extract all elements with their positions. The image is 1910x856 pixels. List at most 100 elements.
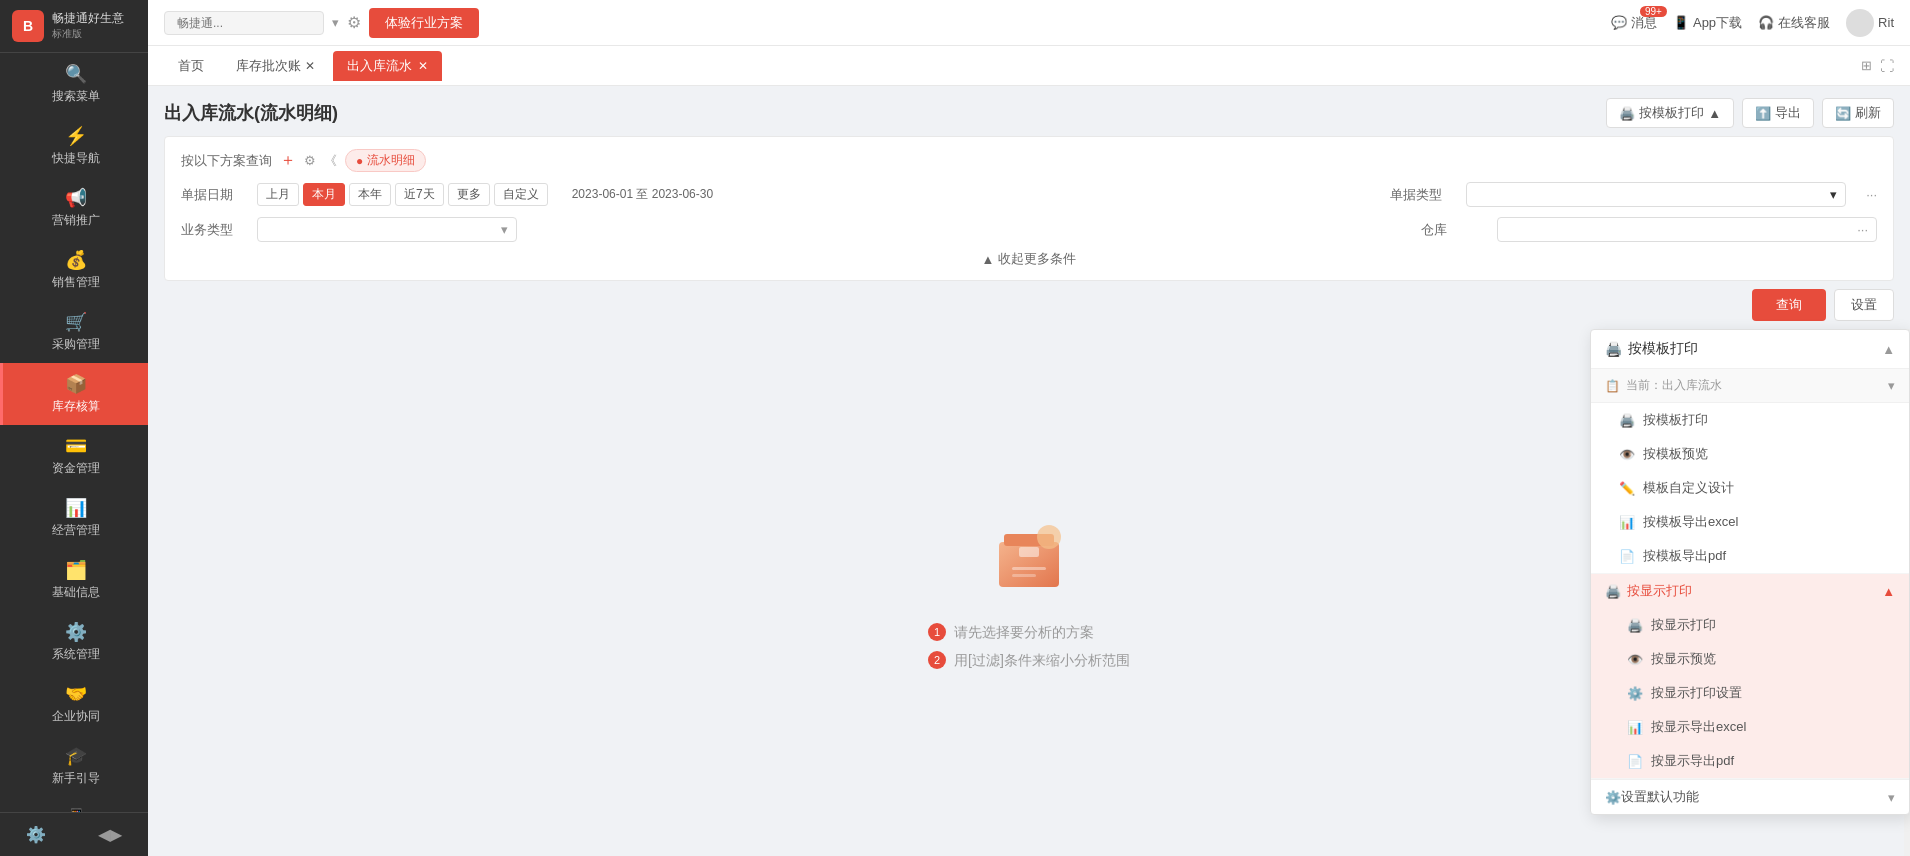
sidebar-settings-icon[interactable]: ⚙️	[26, 825, 46, 844]
filter-collapse-icon[interactable]: 《	[324, 152, 337, 170]
sidebar-bottom: ⚙️ ◀▶	[0, 812, 148, 856]
date-btn-this-year[interactable]: 本年	[349, 183, 391, 206]
dp-item-display-settings[interactable]: ⚙️ 按显示打印设置	[1591, 676, 1909, 710]
sidebar-item-marketing[interactable]: 📢营销推广	[0, 177, 148, 239]
dp-item-template-pdf[interactable]: 📄 按模板导出pdf	[1591, 539, 1909, 573]
dropdown-current: 📋 当前：出入库流水 ▾	[1591, 369, 1909, 403]
topbar-search-input[interactable]	[164, 11, 324, 35]
date-range: 2023-06-01 至 2023-06-30	[572, 186, 713, 203]
date-btn-7days[interactable]: 近7天	[395, 183, 444, 206]
message-badge: 99+	[1640, 6, 1667, 17]
dp-footer-arrow: ▾	[1888, 790, 1895, 805]
collapse-label: 收起更多条件	[998, 250, 1076, 268]
sidebar-item-search[interactable]: 🔍搜索菜单	[0, 53, 148, 115]
user-name: Rit	[1878, 15, 1894, 30]
date-btn-more[interactable]: 更多	[448, 183, 490, 206]
dp-sub-label: 按显示打印	[1651, 616, 1716, 634]
display-section-arrow[interactable]: ▲	[1882, 584, 1895, 599]
display-section: 🖨️ 按显示打印 ▲ 🖨️ 按显示打印 👁️ 按显示预览 ⚙️	[1591, 574, 1909, 779]
export-button[interactable]: ⬆️ 导出	[1742, 98, 1814, 128]
biz-type-input[interactable]: ▾	[257, 217, 517, 242]
date-btn-custom[interactable]: 自定义	[494, 183, 548, 206]
sidebar-item-cooperation[interactable]: 🤝企业协同	[0, 673, 148, 735]
online-service-button[interactable]: 🎧 在线客服	[1758, 14, 1830, 32]
app-download-button[interactable]: 📱 App下载	[1673, 14, 1742, 32]
display-section-header[interactable]: 🖨️ 按显示打印 ▲	[1591, 574, 1909, 608]
settings-button[interactable]: 设置	[1834, 289, 1894, 321]
sidebar-item-label: 企业协同	[52, 708, 100, 725]
sidebar: B 畅捷通好生意 标准版 🔍搜索菜单 ⚡快捷导航 📢营销推广 💰销售管理 🛒采购…	[0, 0, 148, 856]
query-button[interactable]: 查询	[1752, 289, 1826, 321]
filter-label: 按以下方案查询	[181, 152, 272, 170]
tab-expand-icon[interactable]: ⊞	[1861, 58, 1872, 73]
printer-icon-dp: 🖨️	[1605, 341, 1622, 357]
sidebar-item-operations[interactable]: 📊经营管理	[0, 487, 148, 549]
app-logo-icon: B	[12, 10, 44, 42]
topbar-right: 💬 消息 99+ 📱 App下载 🎧 在线客服 Rit	[1611, 9, 1894, 37]
tabs-bar: 首页 库存批次账 ✕ 出入库流水 ✕ ⊞ ⛶	[148, 46, 1910, 86]
tab-batch-account[interactable]: 库存批次账 ✕	[222, 51, 329, 81]
dp-settings2-icon: ⚙️	[1627, 686, 1643, 701]
filter-row-2: 业务类型 ▾ 仓库 ···	[181, 217, 1877, 242]
dropdown-current-arrow[interactable]: ▾	[1888, 378, 1895, 393]
sidebar-item-basic[interactable]: 🗂️基础信息	[0, 549, 148, 611]
filter-header: 按以下方案查询 ＋ ⚙ 《 ● 流水明细	[181, 149, 1877, 172]
sidebar-scroll: 🔍搜索菜单 ⚡快捷导航 📢营销推广 💰销售管理 🛒采购管理 📦库存核算 💳资金管…	[0, 53, 148, 812]
dp-item-template-excel[interactable]: 📊 按模板导出excel	[1591, 505, 1909, 539]
warehouse-more[interactable]: ···	[1857, 222, 1868, 237]
dropdown-collapse-arrow[interactable]: ▲	[1882, 342, 1895, 357]
dp-item-display-preview[interactable]: 👁️ 按显示预览	[1591, 642, 1909, 676]
doc-type-select[interactable]: ▾	[1466, 182, 1846, 207]
sidebar-item-sales[interactable]: 💰销售管理	[0, 239, 148, 301]
svg-rect-5	[1012, 574, 1036, 577]
tab-home-label: 首页	[178, 58, 204, 73]
message-button[interactable]: 💬 消息 99+	[1611, 14, 1657, 32]
tab-batch-account-close[interactable]: ✕	[305, 59, 315, 73]
sidebar-item-apps[interactable]: 📱应用中心	[0, 797, 148, 812]
dropdown-footer[interactable]: ⚙️ 设置默认功能 ▾	[1591, 779, 1909, 814]
sidebar-item-finance[interactable]: 💳资金管理	[0, 425, 148, 487]
dp-item-display-pdf[interactable]: 📄 按显示导出pdf	[1591, 744, 1909, 778]
tab-inventory-flow[interactable]: 出入库流水 ✕	[333, 51, 442, 81]
sidebar-item-quick-nav[interactable]: ⚡快捷导航	[0, 115, 148, 177]
topbar-dropdown-arrow[interactable]: ▾	[332, 15, 339, 30]
industry-solution-button[interactable]: 体验行业方案	[369, 8, 479, 38]
filter-area: 按以下方案查询 ＋ ⚙ 《 ● 流水明细 单据日期 上月 本月 本年 近7天 更…	[164, 136, 1894, 281]
biz-type-label: 业务类型	[181, 221, 241, 239]
tab-fullscreen-icon[interactable]: ⛶	[1880, 58, 1894, 74]
sidebar-item-label: 新手引导	[52, 770, 100, 787]
dp-item-template-preview[interactable]: 👁️ 按模板预览	[1591, 437, 1909, 471]
phone-icon: 📱	[1673, 15, 1689, 30]
dp-excel-icon: 📊	[1619, 515, 1635, 530]
filter-add-button[interactable]: ＋	[280, 150, 296, 171]
filter-tag[interactable]: ● 流水明细	[345, 149, 426, 172]
page-actions-bar: 🖨️ 按模板打印 ▲ ⬆️ 导出 🔄 刷新	[1606, 98, 1894, 128]
sidebar-item-purchase[interactable]: 🛒采购管理	[0, 301, 148, 363]
topbar-gear-icon[interactable]: ⚙	[347, 13, 361, 32]
sidebar-collapse-icon[interactable]: ◀▶	[98, 825, 122, 844]
warehouse-select[interactable]: ···	[1497, 217, 1877, 242]
collapse-button[interactable]: ▲ 收起更多条件	[181, 250, 1877, 268]
svg-rect-4	[1012, 567, 1046, 570]
sidebar-item-inventory[interactable]: 📦库存核算	[0, 363, 148, 425]
finance-icon: 💳	[65, 435, 87, 457]
tab-batch-account-label: 库存批次账	[236, 58, 301, 73]
refresh-button[interactable]: 🔄 刷新	[1822, 98, 1894, 128]
doc-type-more[interactable]: ···	[1866, 187, 1877, 202]
sidebar-item-guide[interactable]: 🎓新手引导	[0, 735, 148, 797]
date-btn-last-month[interactable]: 上月	[257, 183, 299, 206]
user-avatar-button[interactable]: Rit	[1846, 9, 1894, 37]
template-print-button[interactable]: 🖨️ 按模板打印 ▲	[1606, 98, 1734, 128]
tab-inventory-flow-close[interactable]: ✕	[418, 59, 428, 73]
tab-home[interactable]: 首页	[164, 51, 218, 81]
dp-item-template-custom[interactable]: ✏️ 模板自定义设计	[1591, 471, 1909, 505]
sidebar-item-system[interactable]: ⚙️系统管理	[0, 611, 148, 673]
dp-item-display-excel[interactable]: 📊 按显示导出excel	[1591, 710, 1909, 744]
template-print-arrow: ▲	[1708, 106, 1721, 121]
dp-item-template-print[interactable]: 🖨️ 按模板打印	[1591, 403, 1909, 437]
dp-item-display-print[interactable]: 🖨️ 按显示打印	[1591, 608, 1909, 642]
page-content: 出入库流水(流水明细) 🖨️ 按模板打印 ▲ ⬆️ 导出 🔄 刷新	[148, 86, 1910, 856]
printer-icon: 🖨️	[1619, 106, 1635, 121]
filter-settings-icon[interactable]: ⚙	[304, 153, 316, 168]
date-btn-this-month[interactable]: 本月	[303, 183, 345, 206]
